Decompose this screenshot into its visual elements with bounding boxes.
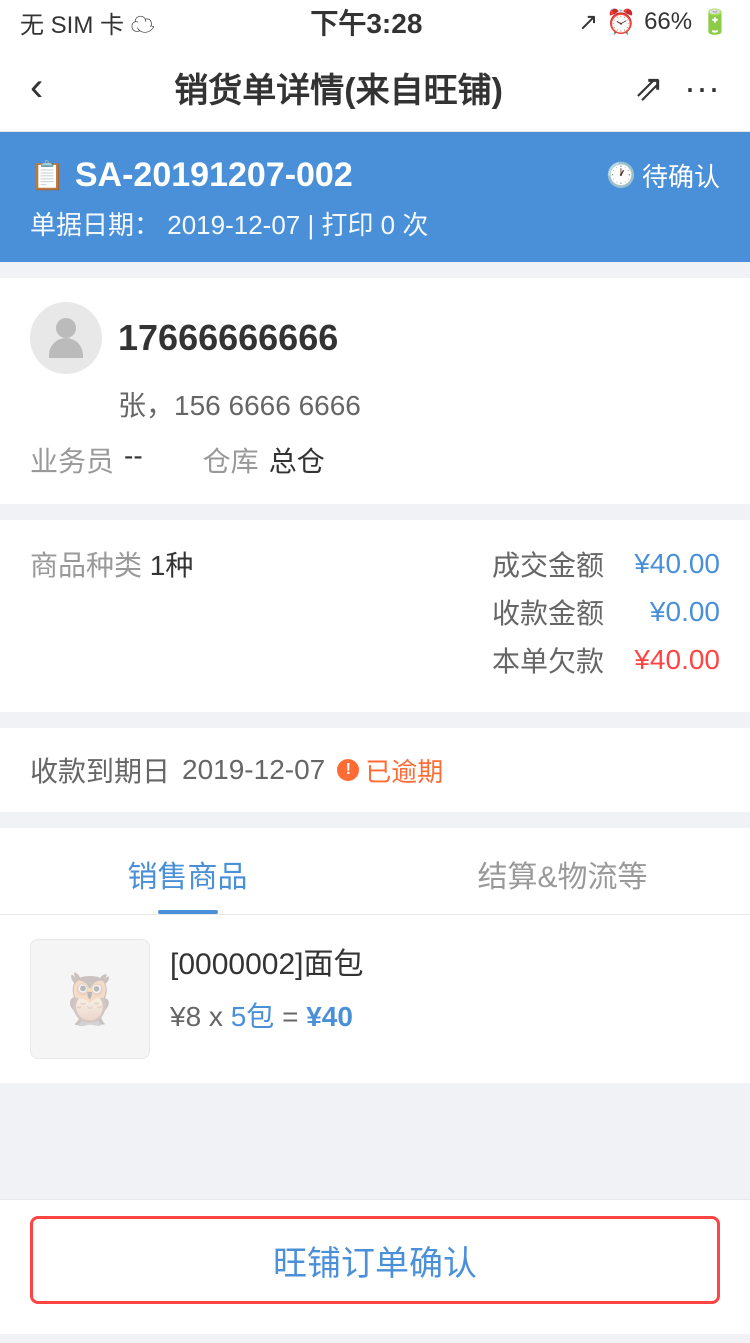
warehouse-label: 仓库 xyxy=(203,440,259,480)
product-details: [0000002]面包 ¥8 x 5包 = ¥40 xyxy=(170,939,720,1035)
status-badge: 🕐 待确认 xyxy=(606,157,720,194)
tabs-section: 销售商品 结算&物流等 🦉 [0000002]面包 ¥8 x 5包 = ¥40 xyxy=(0,828,750,1083)
overdue-text: 已逾期 xyxy=(365,752,443,789)
tab-products[interactable]: 销售商品 xyxy=(0,828,375,914)
due-date-section: 收款到期日 2019-12-07 ! 已逾期 xyxy=(0,728,750,812)
battery-icon: 🔋 xyxy=(700,8,730,37)
customer-name: 张，156 6666 6666 xyxy=(30,384,720,424)
header-card: 📋 SA-20191207-002 🕐 待确认 单据日期： 2019-12-07… xyxy=(0,132,750,262)
status-right: ↗ ⏰ 66% 🔋 xyxy=(578,8,730,37)
more-icon[interactable]: ··· xyxy=(684,67,720,109)
page-title: 销货单详情(来自旺铺) xyxy=(174,63,503,112)
owed-value: ¥40.00 xyxy=(620,644,720,676)
salesperson-field: 业务员 -- xyxy=(30,440,143,480)
nav-bar: ‹ 销货单详情(来自旺铺) ⇗ ··· xyxy=(0,44,750,132)
due-date-label: 收款到期日 xyxy=(30,750,170,790)
confirm-order-button[interactable]: 旺铺订单确认 xyxy=(30,1216,720,1304)
salesperson-label: 业务员 xyxy=(30,440,114,480)
customer-phone: 17666666666 xyxy=(118,317,338,359)
product-thumbnail: 🦉 xyxy=(30,939,150,1059)
location-icon: ↗ xyxy=(578,8,598,37)
signal-text: 无 SIM 卡 ☁ xyxy=(20,5,155,40)
order-id: 📋 SA-20191207-002 xyxy=(30,156,353,195)
amount-summary: 成交金额 ¥40.00 收款金额 ¥0.00 本单欠款 ¥40.00 xyxy=(492,544,720,688)
status-bar: 无 SIM 卡 ☁ 下午3:28 ↗ ⏰ 66% 🔋 xyxy=(0,0,750,44)
order-date: 单据日期： 2019-12-07 | 打印 0 次 xyxy=(30,205,720,242)
product-name: [0000002]面包 xyxy=(170,939,720,983)
product-image-placeholder: 🦉 xyxy=(59,970,121,1029)
avatar xyxy=(30,302,102,374)
salesperson-value: -- xyxy=(124,440,143,480)
summary-section: 商品种类 1种 成交金额 ¥40.00 收款金额 ¥0.00 本单欠款 ¥40.… xyxy=(0,520,750,712)
tabs-header: 销售商品 结算&物流等 xyxy=(0,828,750,915)
overdue-badge: ! 已逾期 xyxy=(337,752,443,789)
transaction-label: 成交金额 xyxy=(492,544,604,584)
quantity: 5包 xyxy=(231,1001,275,1032)
clock-icon: 🕐 xyxy=(606,161,636,190)
due-date-value: 2019-12-07 xyxy=(182,754,325,786)
transaction-value: ¥40.00 xyxy=(620,548,720,580)
share-icon[interactable]: ⇗ xyxy=(634,67,664,109)
bottom-bar: 旺铺订单确认 xyxy=(0,1199,750,1334)
warehouse-field: 仓库 总仓 xyxy=(203,440,325,480)
alarm-icon: ⏰ xyxy=(606,8,636,37)
person-icon xyxy=(44,316,88,360)
received-label: 收款金额 xyxy=(492,592,604,632)
warehouse-value: 总仓 xyxy=(269,440,325,480)
status-left: 无 SIM 卡 ☁ xyxy=(20,5,155,40)
product-price: ¥8 x 5包 = ¥40 xyxy=(170,995,720,1035)
customer-section: 17666666666 张，156 6666 6666 业务员 -- 仓库 总仓 xyxy=(0,278,750,504)
tab-settlement[interactable]: 结算&物流等 xyxy=(375,828,750,914)
order-id-icon: 📋 xyxy=(30,159,65,192)
product-type-label: 商品种类 xyxy=(30,550,142,581)
owed-label: 本单欠款 xyxy=(492,640,604,680)
unit-price: ¥8 xyxy=(170,1001,201,1032)
owed-amount-row: 本单欠款 ¥40.00 xyxy=(492,640,720,680)
nav-actions: ⇗ ··· xyxy=(634,67,720,109)
received-value: ¥0.00 xyxy=(620,596,720,628)
battery-text: 66% xyxy=(644,8,692,36)
total-price: ¥40 xyxy=(306,1001,353,1032)
product-item: 🦉 [0000002]面包 ¥8 x 5包 = ¥40 xyxy=(0,915,750,1083)
back-button[interactable]: ‹ xyxy=(30,65,43,110)
status-time: 下午3:28 xyxy=(310,2,422,42)
status-text: 待确认 xyxy=(642,157,720,194)
product-type-value: 1种 xyxy=(150,550,194,581)
product-type-field: 商品种类 1种 xyxy=(30,544,193,584)
order-id-text: SA-20191207-002 xyxy=(75,156,353,195)
overdue-icon: ! xyxy=(337,759,359,781)
received-amount-row: 收款金额 ¥0.00 xyxy=(492,592,720,632)
transaction-amount-row: 成交金额 ¥40.00 xyxy=(492,544,720,584)
customer-meta: 业务员 -- 仓库 总仓 xyxy=(30,440,720,480)
